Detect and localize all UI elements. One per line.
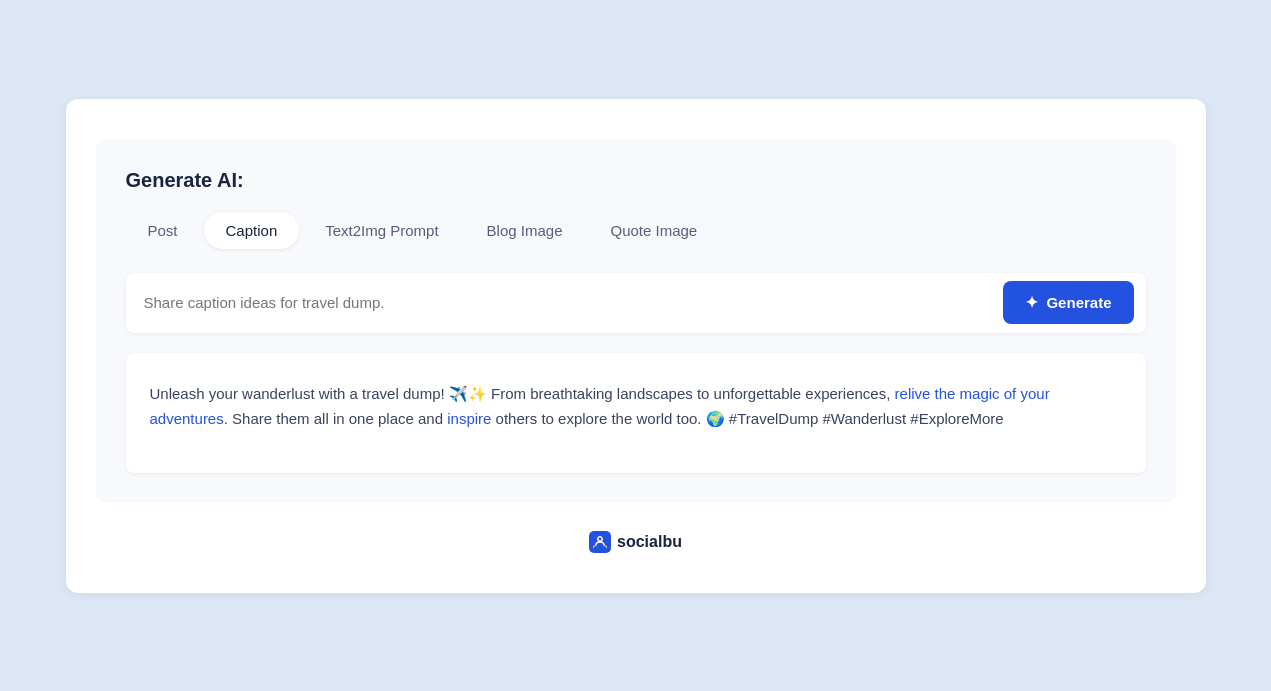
- generate-card: Generate AI: Post Caption Text2Img Promp…: [96, 139, 1176, 503]
- tab-quote-image[interactable]: Quote Image: [588, 212, 719, 249]
- main-container: Generate AI: Post Caption Text2Img Promp…: [66, 99, 1206, 593]
- tab-text2img[interactable]: Text2Img Prompt: [303, 212, 460, 249]
- result-highlight-2: inspire: [447, 410, 491, 427]
- tab-post[interactable]: Post: [126, 212, 200, 249]
- page-title: Generate AI:: [126, 169, 1146, 192]
- brand-name: socialbu: [617, 533, 682, 551]
- result-card: Unleash your wanderlust with a travel du…: [126, 353, 1146, 473]
- generate-button[interactable]: ✦ Generate: [1003, 281, 1133, 324]
- prompt-input[interactable]: [144, 276, 1004, 329]
- prompt-input-row: ✦ Generate: [126, 273, 1146, 333]
- brand-logo: socialbu: [589, 531, 682, 553]
- tab-caption[interactable]: Caption: [204, 212, 300, 249]
- result-highlight-1: relive the magic of your adventures: [150, 385, 1050, 428]
- socialbu-logo-icon: [589, 531, 611, 553]
- tabs-container: Post Caption Text2Img Prompt Blog Image …: [126, 212, 1146, 249]
- sparkle-icon: ✦: [1025, 293, 1038, 312]
- result-text: Unleash your wanderlust with a travel du…: [150, 381, 1122, 432]
- footer: socialbu: [66, 531, 1206, 553]
- generate-button-label: Generate: [1046, 294, 1111, 311]
- tab-blog-image[interactable]: Blog Image: [465, 212, 585, 249]
